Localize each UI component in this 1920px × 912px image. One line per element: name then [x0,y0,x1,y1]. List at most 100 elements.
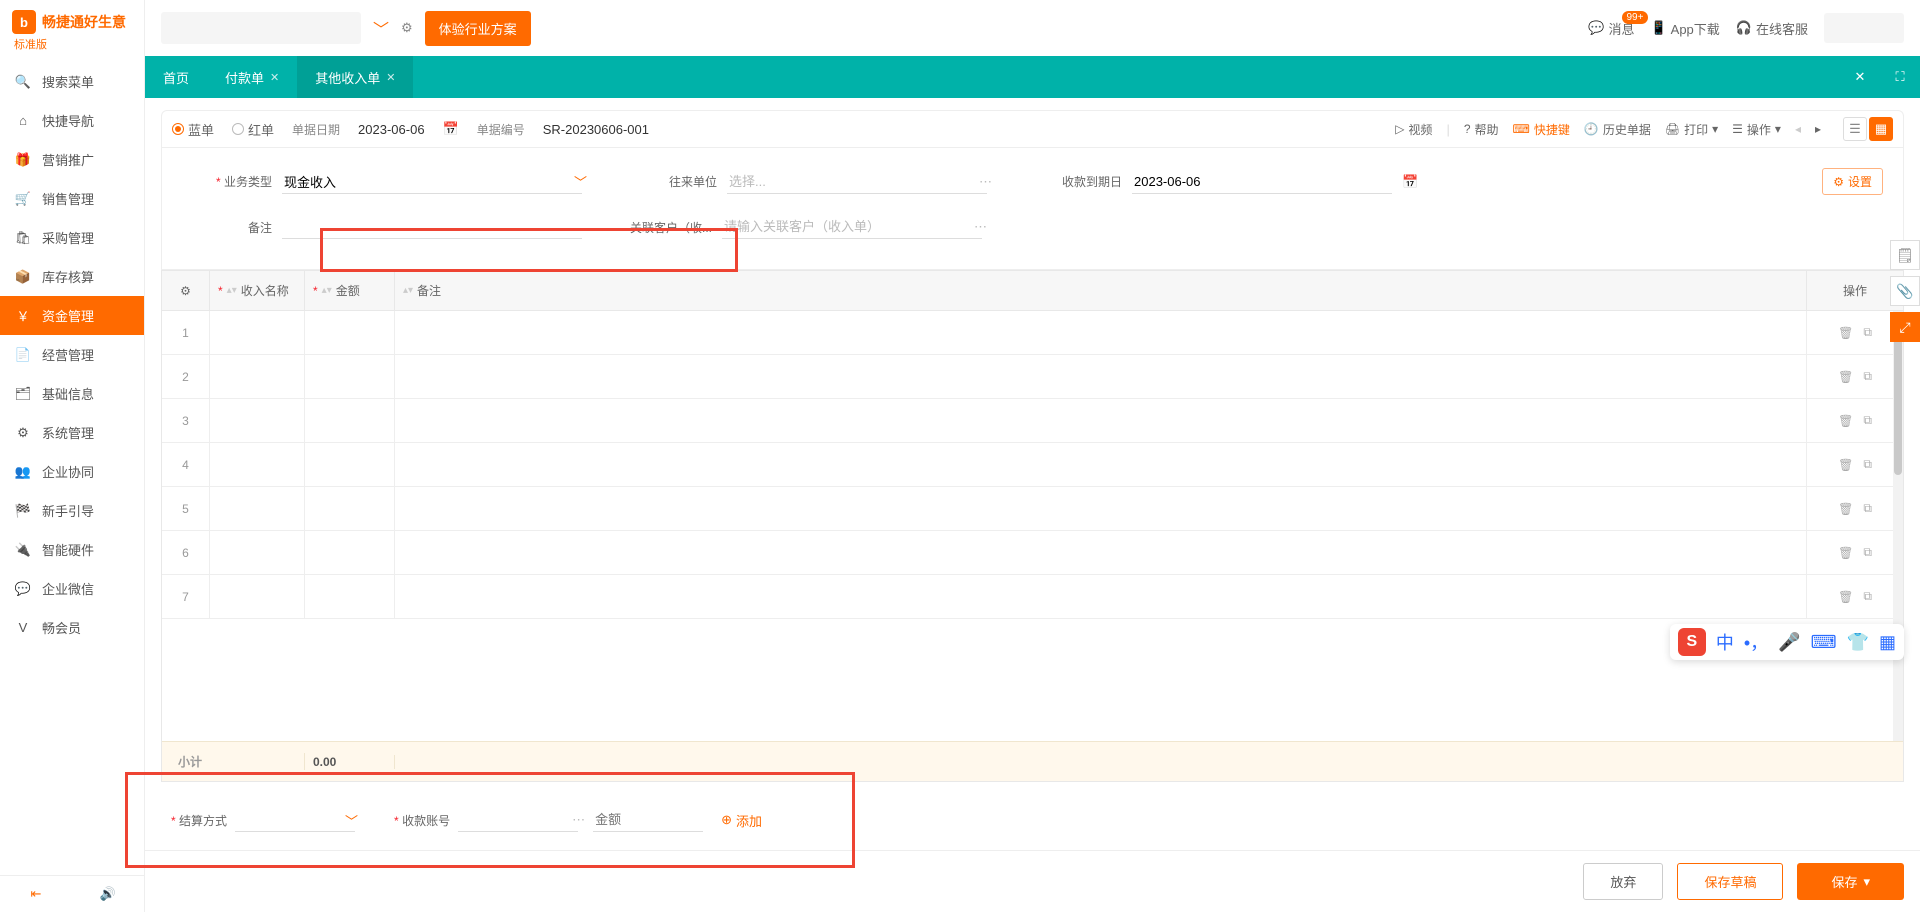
due-date-input[interactable] [1132,170,1392,194]
next-doc-button[interactable]: ▸ [1815,122,1821,136]
copy-row-icon[interactable]: ⧉ [1863,457,1872,472]
sidebar-item-quicknav[interactable]: ⌂快捷导航 [0,101,144,140]
rel-customer-input[interactable] [722,215,982,239]
settings-button[interactable]: ⚙设置 [1822,168,1883,195]
ime-skin-icon[interactable]: 👕 [1847,632,1869,653]
save-draft-button[interactable]: 保存草稿 [1677,863,1783,900]
cell-income-name[interactable] [210,575,305,618]
discard-button[interactable]: 放弃 [1583,863,1663,900]
ime-punct-icon[interactable]: •， [1744,629,1768,655]
table-row[interactable]: 1🗑⧉ [162,311,1903,355]
close-icon[interactable]: ✕ [270,71,279,84]
ime-lang[interactable]: 中 [1716,629,1734,655]
cell-remark[interactable] [395,531,1807,574]
col-amount[interactable]: ▴▾金额 [305,271,395,310]
delete-row-icon[interactable]: 🗑 [1838,326,1853,340]
help-button[interactable]: ?帮助 [1464,121,1499,138]
remark-input[interactable] [282,215,582,239]
delete-row-icon[interactable]: 🗑 [1838,590,1853,604]
tab-other-income[interactable]: 其他收入单✕ [297,56,413,98]
sidebar-item-member[interactable]: V畅会员 [0,608,144,647]
copy-row-icon[interactable]: ⧉ [1863,369,1872,384]
delete-row-icon[interactable]: 🗑 [1838,458,1853,472]
cell-amount[interactable] [305,487,395,530]
ime-toolbar[interactable]: S 中 •， 🎤 ⌨ 👕 ▦ [1670,624,1904,660]
cell-amount[interactable] [305,399,395,442]
calendar-icon[interactable]: 📅 [443,121,459,137]
ime-toolbox-icon[interactable]: ▦ [1879,632,1896,653]
sidebar-item-wecom[interactable]: 💬企业微信 [0,569,144,608]
float-attach-button[interactable]: 📎 [1890,276,1920,306]
close-icon[interactable]: ✕ [386,71,395,84]
view-form-button[interactable]: ▦ [1869,117,1893,141]
app-download-link[interactable]: 📱 App下载 [1650,19,1719,38]
try-industry-button[interactable]: 体验行业方案 [425,11,531,46]
settle-amount-input[interactable] [593,808,703,832]
video-help-button[interactable]: ▷视频 [1395,121,1432,138]
sidebar-item-hardware[interactable]: 🔌智能硬件 [0,530,144,569]
radio-red[interactable]: 红单 [232,120,274,139]
more-icon[interactable]: ⋯ [974,219,987,235]
cell-amount[interactable] [305,355,395,398]
history-button[interactable]: 🕘历史单据 [1584,121,1651,138]
save-button[interactable]: 保存▾ [1797,863,1904,900]
delete-row-icon[interactable]: 🗑 [1838,414,1853,428]
tab-home[interactable]: 首页 [145,56,207,98]
more-icon[interactable]: ⋯ [572,812,585,828]
print-button[interactable]: 🖨打印▾ [1665,121,1718,138]
user-avatar[interactable] [1824,13,1904,43]
tab-expand-button[interactable]: ⛶ [1880,56,1920,98]
sidebar-item-marketing[interactable]: 🎁营销推广 [0,140,144,179]
copy-row-icon[interactable]: ⧉ [1863,545,1872,560]
cell-amount[interactable] [305,311,395,354]
prev-doc-button[interactable]: ◂ [1795,122,1801,136]
sidebar-item-search[interactable]: 🔍搜索菜单 [0,62,144,101]
org-selector[interactable] [161,12,361,44]
calendar-icon[interactable]: 📅 [1402,174,1418,190]
radio-blue[interactable]: 蓝单 [172,120,214,139]
doc-date-value[interactable]: 2023-06-06 [358,122,425,137]
delete-row-icon[interactable]: 🗑 [1838,502,1853,516]
cell-amount[interactable] [305,531,395,574]
cell-remark[interactable] [395,355,1807,398]
sidebar-item-basic[interactable]: 🗂基础信息 [0,374,144,413]
table-row[interactable]: 2🗑⧉ [162,355,1903,399]
tab-close-button[interactable]: ✕ [1840,56,1880,98]
biz-type-input[interactable] [282,170,582,194]
ime-keyboard-icon[interactable]: ⌨ [1811,632,1837,653]
cell-income-name[interactable] [210,487,305,530]
settle-method-input[interactable] [235,808,355,832]
sidebar-collapse-button[interactable]: ⇤ [0,876,72,912]
cell-remark[interactable] [395,575,1807,618]
table-row[interactable]: 3🗑⧉ [162,399,1903,443]
delete-row-icon[interactable]: 🗑 [1838,546,1853,560]
cell-remark[interactable] [395,443,1807,486]
operate-button[interactable]: ☰操作▾ [1732,121,1781,138]
sidebar-item-purchase[interactable]: 🛍采购管理 [0,218,144,257]
sidebar-item-system[interactable]: ⚙系统管理 [0,413,144,452]
table-row[interactable]: 7🗑⧉ [162,575,1903,619]
cell-amount[interactable] [305,443,395,486]
cell-income-name[interactable] [210,355,305,398]
cell-remark[interactable] [395,487,1807,530]
settle-account-input[interactable] [458,808,578,832]
sidebar-item-biz[interactable]: 📄经营管理 [0,335,144,374]
shortcut-button[interactable]: ⌨快捷键 [1513,121,1570,138]
cell-income-name[interactable] [210,443,305,486]
settings-icon[interactable]: ⚙ [401,20,413,36]
cell-remark[interactable] [395,399,1807,442]
float-note-button[interactable]: 🗒 [1890,240,1920,270]
copy-row-icon[interactable]: ⧉ [1863,413,1872,428]
sidebar-item-guide[interactable]: 🏁新手引导 [0,491,144,530]
ime-mic-icon[interactable]: 🎤 [1778,632,1800,653]
online-service-link[interactable]: 🎧 在线客服 [1736,19,1808,38]
cell-amount[interactable] [305,575,395,618]
cell-remark[interactable] [395,311,1807,354]
scrollbar-track[interactable] [1893,311,1903,741]
table-row[interactable]: 6🗑⧉ [162,531,1903,575]
cell-income-name[interactable] [210,531,305,574]
view-list-button[interactable]: ☰ [1843,117,1867,141]
party-input[interactable] [727,170,987,194]
add-settlement-button[interactable]: ⊕添加 [721,811,762,830]
sidebar-item-inventory[interactable]: 📦库存核算 [0,257,144,296]
